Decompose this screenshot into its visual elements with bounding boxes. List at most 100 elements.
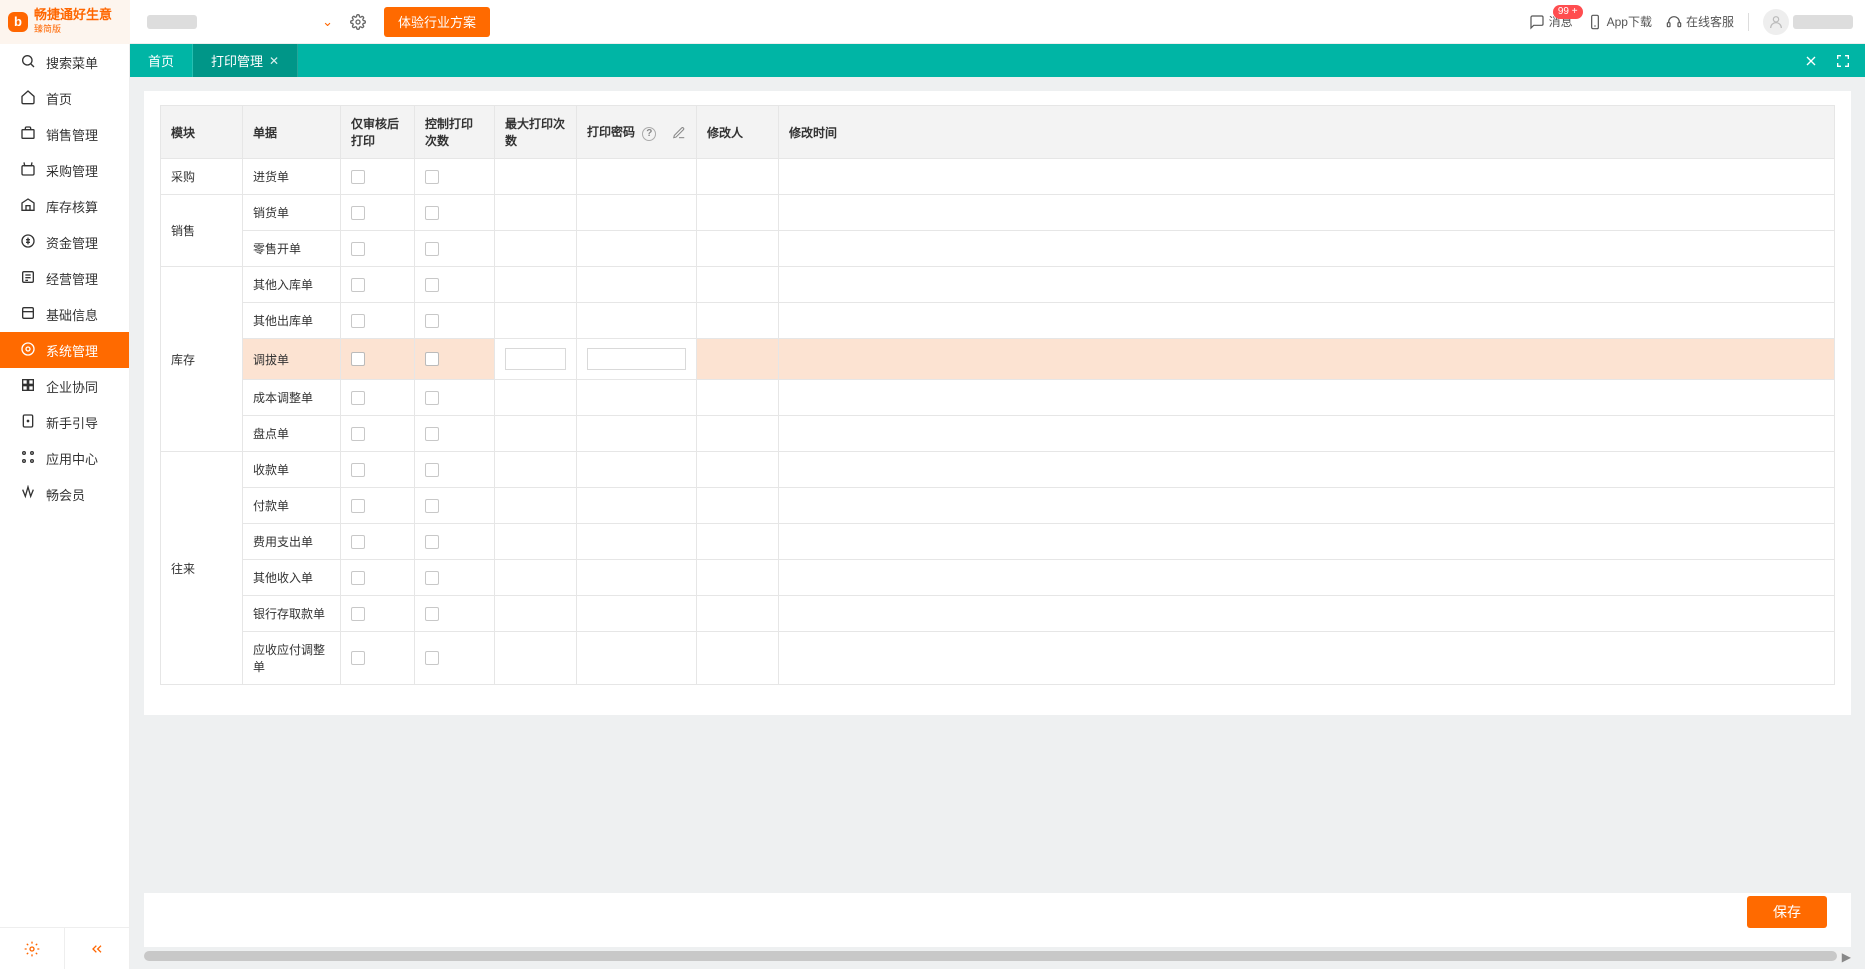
max-times-cell bbox=[495, 416, 577, 452]
bill-cell: 应收应付调整单 bbox=[243, 632, 341, 685]
control-checkbox[interactable] bbox=[425, 571, 439, 585]
user-menu[interactable] bbox=[1763, 9, 1853, 35]
max-times-input[interactable] bbox=[505, 348, 566, 370]
only-audit-checkbox[interactable] bbox=[351, 571, 365, 585]
control-cell bbox=[415, 596, 495, 632]
footer-bar: 保存 bbox=[144, 893, 1851, 947]
control-checkbox[interactable] bbox=[425, 535, 439, 549]
tab-首页[interactable]: 首页 bbox=[130, 44, 193, 77]
modify-time-cell bbox=[779, 452, 1835, 488]
control-cell bbox=[415, 416, 495, 452]
password-cell bbox=[577, 416, 697, 452]
only-audit-checkbox[interactable] bbox=[351, 651, 365, 665]
password-cell bbox=[577, 452, 697, 488]
th-bill: 单据 bbox=[243, 106, 341, 159]
sidebar-item-home[interactable]: 首页 bbox=[0, 80, 129, 116]
control-checkbox[interactable] bbox=[425, 499, 439, 513]
sidebar-item-basic[interactable]: 基础信息 bbox=[0, 296, 129, 332]
sidebar-item-appcenter[interactable]: 应用中心 bbox=[0, 440, 129, 476]
messages-button[interactable]: 消息 99 + bbox=[1529, 13, 1573, 30]
scrollbar-arrow-right[interactable]: ▶ bbox=[1842, 950, 1851, 964]
brand-logo[interactable]: b 畅捷通好生意 臻简版 bbox=[0, 0, 130, 44]
online-service-label: 在线客服 bbox=[1686, 13, 1734, 30]
control-checkbox[interactable] bbox=[425, 278, 439, 292]
sidebar-item-search[interactable]: 搜索菜单 bbox=[0, 44, 129, 80]
message-icon bbox=[1529, 14, 1545, 30]
modifier-cell bbox=[697, 632, 779, 685]
print-settings-table: 模块 单据 仅审核后打印 控制打印次数 最大打印次数 打印密码 ? bbox=[160, 105, 1835, 685]
sidebar-collapse-button[interactable] bbox=[64, 927, 129, 969]
only-audit-checkbox[interactable] bbox=[351, 242, 365, 256]
sidebar-item-sales[interactable]: 销售管理 bbox=[0, 116, 129, 152]
modifier-cell bbox=[697, 452, 779, 488]
content-scroll[interactable]: 模块 单据 仅审核后打印 控制打印次数 最大打印次数 打印密码 ? bbox=[130, 77, 1865, 893]
sidebar-settings-button[interactable] bbox=[0, 927, 64, 969]
control-checkbox[interactable] bbox=[425, 463, 439, 477]
control-cell bbox=[415, 231, 495, 267]
help-icon[interactable]: ? bbox=[642, 127, 656, 141]
online-service-button[interactable]: 在线客服 bbox=[1666, 13, 1734, 30]
sidebar-item-guide[interactable]: 新手引导 bbox=[0, 404, 129, 440]
app-download-button[interactable]: App下载 bbox=[1587, 13, 1652, 30]
password-cell bbox=[577, 195, 697, 231]
only-audit-checkbox[interactable] bbox=[351, 391, 365, 405]
only-audit-checkbox[interactable] bbox=[351, 427, 365, 441]
sidebar-item-vip[interactable]: 畅会员 bbox=[0, 476, 129, 512]
control-checkbox[interactable] bbox=[425, 391, 439, 405]
only-audit-checkbox[interactable] bbox=[351, 499, 365, 513]
control-cell bbox=[415, 159, 495, 195]
control-cell bbox=[415, 560, 495, 596]
control-checkbox[interactable] bbox=[425, 314, 439, 328]
password-cell bbox=[577, 303, 697, 339]
only-audit-checkbox[interactable] bbox=[351, 535, 365, 549]
th-max-times: 最大打印次数 bbox=[495, 106, 577, 159]
sidebar-item-fund[interactable]: 资金管理 bbox=[0, 224, 129, 260]
top-header: b 畅捷通好生意 臻简版 ⌄ 体验行业方案 消息 99 + App下载 在线客服 bbox=[0, 0, 1865, 44]
only-audit-checkbox[interactable] bbox=[351, 278, 365, 292]
max-times-cell bbox=[495, 452, 577, 488]
settings-button[interactable] bbox=[344, 8, 372, 36]
sidebar-item-stock[interactable]: 库存核算 bbox=[0, 188, 129, 224]
only-audit-checkbox[interactable] bbox=[351, 607, 365, 621]
table-row: 库存其他入库单 bbox=[161, 267, 1835, 303]
sidebar-item-collab[interactable]: 企业协同 bbox=[0, 368, 129, 404]
control-checkbox[interactable] bbox=[425, 607, 439, 621]
only-audit-cell bbox=[341, 488, 415, 524]
company-name-blur bbox=[147, 15, 197, 29]
company-selector[interactable]: ⌄ bbox=[140, 7, 340, 37]
control-checkbox[interactable] bbox=[425, 352, 439, 366]
fullscreen-button[interactable] bbox=[1831, 49, 1855, 73]
appcenter-icon bbox=[20, 449, 36, 468]
scrollbar-thumb[interactable] bbox=[144, 951, 1837, 961]
only-audit-cell bbox=[341, 195, 415, 231]
control-checkbox[interactable] bbox=[425, 242, 439, 256]
basic-icon bbox=[20, 305, 36, 324]
modifier-cell bbox=[697, 524, 779, 560]
tab-close-icon[interactable]: ✕ bbox=[269, 54, 279, 68]
sidebar-item-operation[interactable]: 经营管理 bbox=[0, 260, 129, 296]
control-checkbox[interactable] bbox=[425, 651, 439, 665]
only-audit-checkbox[interactable] bbox=[351, 463, 365, 477]
tabs-bar: 首页打印管理✕ bbox=[130, 44, 1865, 77]
tab-打印管理[interactable]: 打印管理✕ bbox=[193, 44, 298, 77]
sidebar-item-system[interactable]: 系统管理 bbox=[0, 332, 129, 368]
table-row: 费用支出单 bbox=[161, 524, 1835, 560]
modify-time-cell bbox=[779, 267, 1835, 303]
horizontal-scrollbar[interactable]: ▶ bbox=[144, 951, 1851, 963]
industry-plan-button[interactable]: 体验行业方案 bbox=[384, 7, 490, 37]
batch-edit-button[interactable] bbox=[672, 125, 686, 139]
password-input[interactable] bbox=[587, 348, 686, 370]
control-checkbox[interactable] bbox=[425, 206, 439, 220]
only-audit-checkbox[interactable] bbox=[351, 352, 365, 366]
username-blur bbox=[1793, 15, 1853, 29]
only-audit-checkbox[interactable] bbox=[351, 206, 365, 220]
sidebar-item-purchase[interactable]: 采购管理 bbox=[0, 152, 129, 188]
modify-time-cell bbox=[779, 560, 1835, 596]
control-checkbox[interactable] bbox=[425, 427, 439, 441]
only-audit-checkbox[interactable] bbox=[351, 170, 365, 184]
password-cell bbox=[577, 524, 697, 560]
close-all-tabs-button[interactable] bbox=[1799, 49, 1823, 73]
save-button[interactable]: 保存 bbox=[1747, 896, 1827, 928]
only-audit-checkbox[interactable] bbox=[351, 314, 365, 328]
control-checkbox[interactable] bbox=[425, 170, 439, 184]
